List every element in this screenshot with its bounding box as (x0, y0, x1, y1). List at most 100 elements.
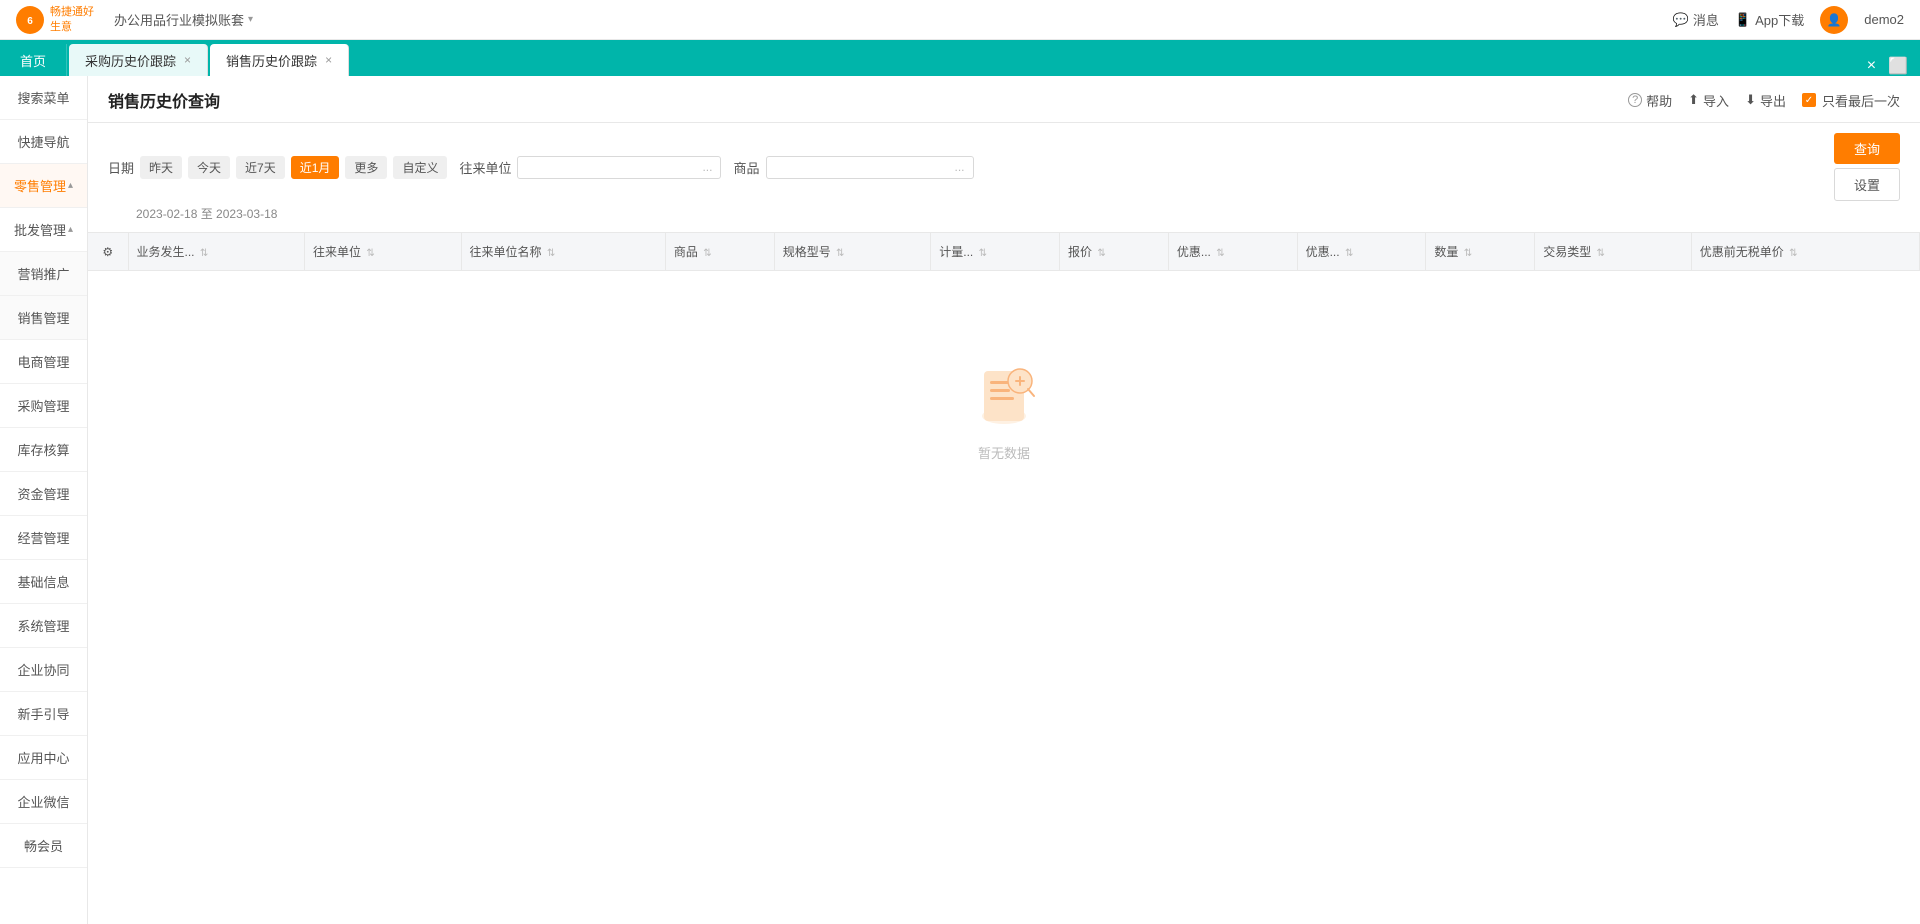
partner-dots-icon[interactable]: ... (702, 160, 712, 174)
logo-area[interactable]: 6 畅捷通好生意 (16, 5, 98, 34)
sort-arrows-partner-name: ⇅ (547, 248, 555, 259)
date-btn-last7days[interactable]: 近7天 (236, 156, 285, 179)
col-unit-label: 计量... (939, 245, 973, 259)
help-label: 帮助 (1646, 91, 1672, 110)
message-button[interactable]: 💬 消息 (1673, 10, 1719, 29)
export-icon: ⬇ (1745, 92, 1756, 108)
sidebar-item-ecommerce-mgmt-label: 电商管理 (17, 352, 69, 371)
sort-arrows-biz-date: ⇅ (200, 248, 208, 259)
table-container: ⚙ 业务发生... ⇅ 往来单位 ⇅ 往来单位名称 ⇅ (88, 233, 1920, 924)
tab-sales-history[interactable]: 销售历史价跟踪 × (210, 44, 349, 76)
col-pretax-price[interactable]: 优惠前无税单价 ⇅ (1691, 233, 1919, 271)
wholesale-mgmt-arrow-icon: ▴ (68, 224, 73, 235)
filter-buttons-group: 查询 设置 (1834, 133, 1900, 201)
col-product-label: 商品 (674, 245, 698, 259)
col-config[interactable]: ⚙ (88, 233, 128, 271)
avatar[interactable]: 👤 (1820, 6, 1848, 34)
page-actions: ? 帮助 ⬆ 导入 ⬇ 导出 ✓ 只看最后一次 (1628, 91, 1900, 110)
config-icon: ⚙ (102, 245, 113, 259)
message-label: 消息 (1693, 10, 1719, 29)
sidebar-item-inventory-calc[interactable]: 库存核算 (0, 428, 87, 472)
sidebar-item-purchase-mgmt[interactable]: 采购管理 (0, 384, 87, 428)
sort-arrows-product: ⇅ (703, 248, 711, 259)
page-title: 销售历史价查询 (108, 88, 220, 112)
sidebar-item-search-menu[interactable]: 搜索菜单 (0, 76, 87, 120)
sidebar-item-capital-mgmt[interactable]: 资金管理 (0, 472, 87, 516)
empty-icon (964, 351, 1044, 431)
export-button[interactable]: ⬇ 导出 (1745, 91, 1786, 110)
filter-area: 日期 昨天 今天 近7天 近1月 更多 自定义 往来单位 ... (88, 123, 1920, 233)
sidebar-item-retail-mgmt-label: 零售管理 (14, 176, 66, 195)
retail-mgmt-arrow-icon: ▴ (68, 180, 73, 191)
last-only-checkbox[interactable]: ✓ 只看最后一次 (1802, 91, 1900, 110)
sidebar-item-wholesale-mgmt[interactable]: 批发管理 ▴ (0, 208, 87, 252)
app-download-icon: 📱 (1735, 12, 1751, 28)
sidebar-item-shortcut-nav[interactable]: 快捷导航 (0, 120, 87, 164)
logo-icon: 6 (16, 6, 44, 34)
col-partner-code-label: 往来单位 (313, 245, 361, 259)
sidebar-item-sales-mgmt[interactable]: 销售管理 (0, 296, 87, 340)
col-discount1[interactable]: 优惠... ⇅ (1168, 233, 1297, 271)
sidebar-item-inventory-calc-label: 库存核算 (17, 440, 69, 459)
col-discount2[interactable]: 优惠... ⇅ (1297, 233, 1426, 271)
product-input[interactable] (775, 160, 955, 175)
sidebar-item-basic-info[interactable]: 基础信息 (0, 560, 87, 604)
sidebar-item-app-center[interactable]: 应用中心 (0, 736, 87, 780)
col-partner-name[interactable]: 往来单位名称 ⇅ (461, 233, 665, 271)
date-btn-last1month[interactable]: 近1月 (291, 156, 340, 179)
tab-purchase-history[interactable]: 采购历史价跟踪 × (69, 44, 208, 76)
sort-arrows-unit: ⇅ (979, 248, 987, 259)
col-quote[interactable]: 报价 ⇅ (1060, 233, 1169, 271)
sidebar-item-member-benefit[interactable]: 畅会员 (0, 824, 87, 868)
col-quote-label: 报价 (1068, 245, 1092, 259)
avatar-image: 👤 (1827, 13, 1842, 27)
query-button[interactable]: 查询 (1834, 133, 1900, 164)
sidebar-item-marketing-promo[interactable]: 营销推广 (0, 252, 87, 296)
help-button[interactable]: ? 帮助 (1628, 91, 1672, 110)
partner-input[interactable] (526, 160, 702, 175)
date-btn-today[interactable]: 今天 (188, 156, 230, 179)
date-btn-yesterday[interactable]: 昨天 (140, 156, 182, 179)
partner-filter-label: 往来单位 (459, 158, 511, 177)
col-trade-type[interactable]: 交易类型 ⇅ (1535, 233, 1692, 271)
date-btn-custom[interactable]: 自定义 (393, 156, 447, 179)
col-unit[interactable]: 计量... ⇅ (931, 233, 1060, 271)
sidebar-item-app-center-label: 应用中心 (17, 748, 69, 767)
tab-purchase-history-close[interactable]: × (184, 54, 191, 66)
col-partner-code[interactable]: 往来单位 ⇅ (304, 233, 461, 271)
sidebar-item-member-benefit-label: 畅会员 (24, 836, 63, 855)
sidebar-item-enterprise-collab[interactable]: 企业协同 (0, 648, 87, 692)
tab-bar-right: × ⬜ (1867, 56, 1920, 76)
col-spec[interactable]: 规格型号 ⇅ (774, 233, 931, 271)
sidebar-item-ecommerce-mgmt[interactable]: 电商管理 (0, 340, 87, 384)
col-product[interactable]: 商品 ⇅ (665, 233, 774, 271)
empty-state: 暂无数据 (88, 271, 1920, 542)
workspace-selector[interactable]: 办公用品行业模拟账套 ▾ (106, 10, 261, 29)
date-btn-more[interactable]: 更多 (345, 156, 387, 179)
col-spec-label: 规格型号 (783, 245, 831, 259)
header-right: 💬 消息 📱 App下载 👤 demo2 (1673, 6, 1904, 34)
sort-arrows-quantity: ⇅ (1464, 248, 1472, 259)
import-icon: ⬆ (1688, 92, 1699, 108)
sidebar-item-enterprise-wechat[interactable]: 企业微信 (0, 780, 87, 824)
partner-filter-group: 往来单位 ... (459, 156, 721, 179)
product-filter-group: 商品 ... (733, 156, 973, 179)
sidebar-item-operations-mgmt[interactable]: 经营管理 (0, 516, 87, 560)
sidebar-item-retail-mgmt[interactable]: 零售管理 ▴ (0, 164, 87, 208)
sidebar-item-system-mgmt[interactable]: 系统管理 (0, 604, 87, 648)
sort-arrows-discount2: ⇅ (1345, 248, 1353, 259)
import-button[interactable]: ⬆ 导入 (1688, 91, 1729, 110)
col-biz-date[interactable]: 业务发生... ⇅ (128, 233, 304, 271)
sidebar-item-sales-mgmt-label: 销售管理 (17, 308, 69, 327)
page-title-row: 销售历史价查询 ? 帮助 ⬆ 导入 ⬇ 导出 ✓ (108, 88, 1900, 112)
app-download-button[interactable]: 📱 App下载 (1735, 10, 1804, 29)
tab-sales-history-close[interactable]: × (325, 54, 332, 66)
product-dots-icon[interactable]: ... (955, 160, 965, 174)
settings-button[interactable]: 设置 (1834, 168, 1900, 201)
empty-text: 暂无数据 (978, 443, 1030, 462)
tab-home[interactable]: 首页 (0, 44, 67, 76)
window-close-icon[interactable]: × (1867, 57, 1876, 75)
sidebar-item-new-user-guide[interactable]: 新手引导 (0, 692, 87, 736)
col-quantity[interactable]: 数量 ⇅ (1426, 233, 1535, 271)
window-maximize-icon[interactable]: ⬜ (1888, 56, 1908, 76)
